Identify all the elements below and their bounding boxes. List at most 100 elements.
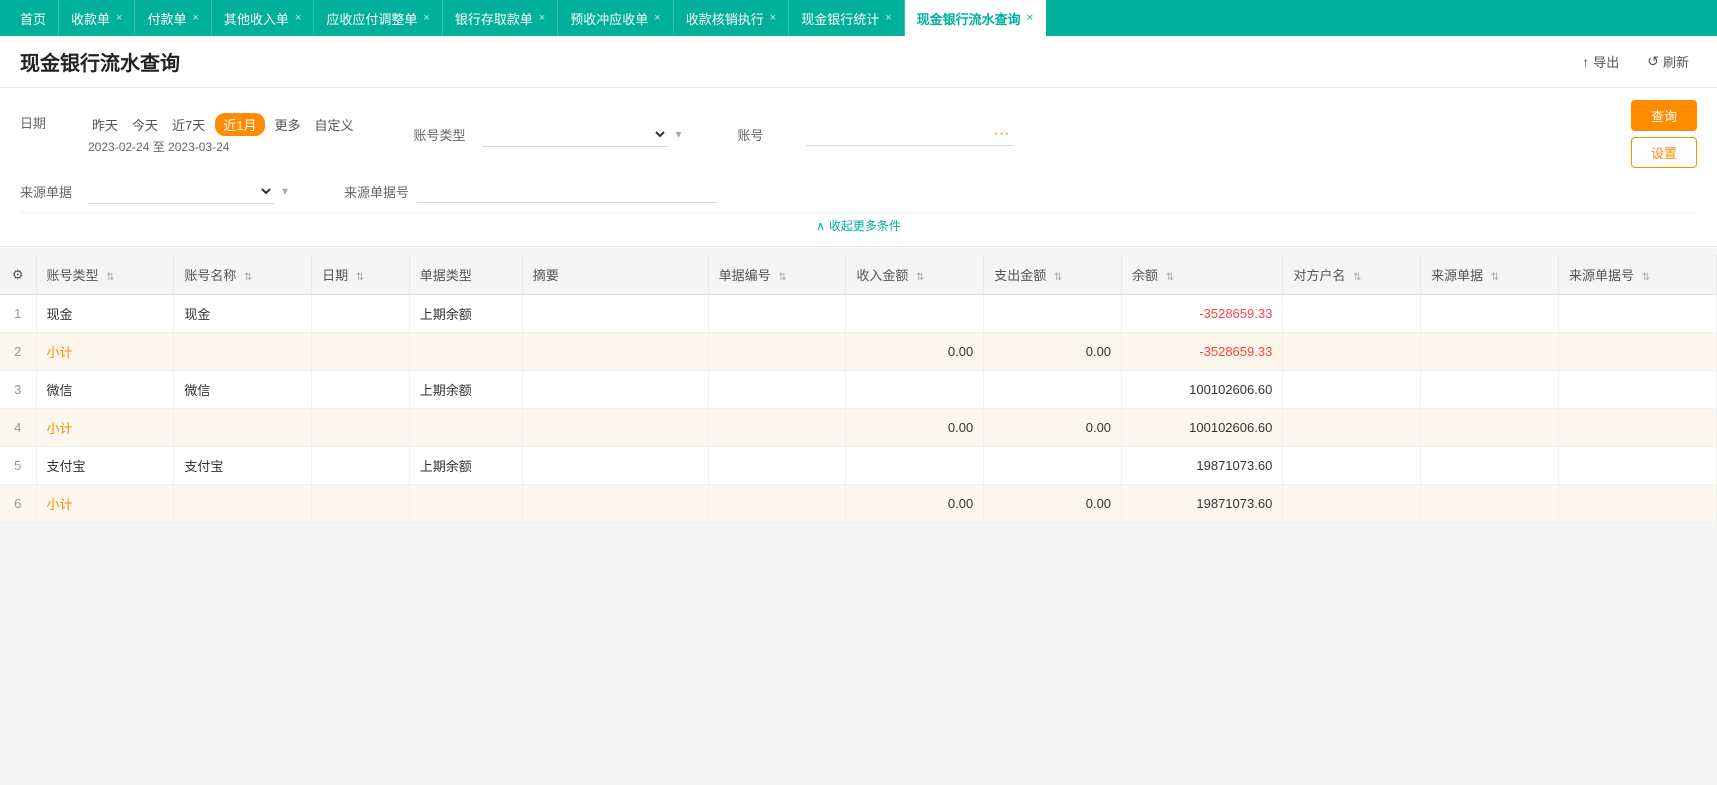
cell-doc-number (708, 409, 846, 447)
page-title: 现金银行流水查询 (20, 47, 180, 76)
th-gear[interactable]: ⚙ (0, 255, 36, 295)
collapse-bar[interactable]: ∧ 收起更多条件 (20, 212, 1697, 238)
date-option-7days[interactable]: 近7天 (168, 113, 209, 136)
cell-date (312, 409, 410, 447)
cell-income: 0.00 (846, 485, 984, 523)
row-num: 5 (0, 447, 36, 485)
filter-row-1: 日期 昨天 今天 近7天 近1月 更多 自定义 2023-02-24 至 202… (20, 100, 1697, 168)
sort-income-icon[interactable]: ⇅ (916, 272, 924, 283)
date-options: 昨天 今天 近7天 近1月 更多 自定义 (88, 113, 358, 136)
close-bank-deposit-icon[interactable]: × (539, 12, 545, 24)
nav-bank-deposit[interactable]: 银行存取款单 × (443, 0, 558, 36)
sort-balance-icon[interactable]: ⇅ (1166, 272, 1174, 283)
close-cash-bank-stats-icon[interactable]: × (885, 12, 891, 24)
sort-account-type-icon[interactable]: ⇅ (106, 272, 114, 283)
sort-source-doc-icon[interactable]: ⇅ (1491, 272, 1499, 283)
cell-source-doc (1421, 447, 1559, 485)
th-income: 收入金额 ⇅ (846, 255, 984, 295)
cell-source-doc (1421, 295, 1559, 333)
nav-other-income[interactable]: 其他收入单 × (212, 0, 314, 36)
sort-doc-number-icon[interactable]: ⇅ (778, 272, 786, 283)
cell-account-name: 支付宝 (174, 447, 312, 485)
source-doc-num-input[interactable] (417, 179, 717, 202)
cell-account-type: 小计 (36, 333, 174, 371)
date-filter-group: 日期 昨天 今天 近7天 近1月 更多 自定义 2023-02-24 至 202… (20, 113, 358, 155)
cell-income (846, 295, 984, 333)
table-row: 1 现金 现金 上期余额 -3528659.33 (0, 295, 1717, 333)
row-num: 1 (0, 295, 36, 333)
query-button[interactable]: 查询 (1631, 100, 1697, 131)
source-doc-dropdown-icon: ▾ (282, 184, 288, 198)
sort-source-doc-num-icon[interactable]: ⇅ (1642, 272, 1650, 283)
date-option-1month[interactable]: 近1月 (215, 113, 264, 136)
account-type-select[interactable]: 现金 微信 支付宝 (482, 121, 668, 147)
account-type-dropdown-icon: ▾ (676, 127, 682, 141)
cell-counterpart (1283, 447, 1421, 485)
cell-balance: -3528659.33 (1122, 333, 1283, 371)
cell-doc-number (708, 333, 846, 371)
nav-cash-bank-stats[interactable]: 现金银行统计 × (789, 0, 904, 36)
close-advance-receipt-icon[interactable]: × (654, 12, 660, 24)
nav-payments[interactable]: 付款单 × (135, 0, 211, 36)
nav-home[interactable]: 首页 (8, 0, 59, 36)
settings-button[interactable]: 设置 (1631, 137, 1697, 168)
cell-date (312, 447, 410, 485)
cell-doc-number (708, 295, 846, 333)
sort-date-icon[interactable]: ⇅ (356, 272, 364, 283)
date-option-custom[interactable]: 自定义 (311, 113, 358, 136)
table-row: 5 支付宝 支付宝 上期余额 19871073.60 (0, 447, 1717, 485)
cell-doc-type: 上期余额 (409, 371, 522, 409)
cell-balance: -3528659.33 (1122, 295, 1283, 333)
th-counterpart: 对方户名 ⇅ (1283, 255, 1421, 295)
close-cash-bank-flow-icon[interactable]: × (1027, 12, 1033, 24)
account-input[interactable] (806, 122, 990, 145)
cell-source-doc-num (1558, 409, 1716, 447)
cell-summary (522, 333, 708, 371)
th-source-doc: 来源单据 ⇅ (1421, 255, 1559, 295)
nav-receipt-verify[interactable]: 收款核销执行 × (674, 0, 789, 36)
date-option-yesterday[interactable]: 昨天 (88, 113, 122, 136)
close-other-income-icon[interactable]: × (295, 12, 301, 24)
cell-account-type: 小计 (36, 409, 174, 447)
nav-advance-receipt[interactable]: 预收冲应收单 × (558, 0, 673, 36)
cell-source-doc-num (1558, 447, 1716, 485)
cell-source-doc-num (1558, 371, 1716, 409)
cell-summary (522, 295, 708, 333)
source-doc-select-wrap: ▾ (88, 178, 288, 204)
data-table-container: ⚙ 账号类型 ⇅ 账号名称 ⇅ 日期 ⇅ 单据类型 摘要 单据编号 ⇅ 收入金额… (0, 255, 1717, 523)
collapse-up-icon: ∧ (816, 219, 825, 233)
sort-account-name-icon[interactable]: ⇅ (244, 272, 252, 283)
refresh-button[interactable]: ↺ 刷新 (1639, 48, 1697, 75)
cell-account-type: 支付宝 (36, 447, 174, 485)
collapse-label: 收起更多条件 (829, 217, 901, 234)
source-doc-select[interactable] (88, 178, 274, 204)
cell-date (312, 333, 410, 371)
sort-counterpart-icon[interactable]: ⇅ (1353, 272, 1361, 283)
account-ellipsis-icon[interactable]: ··· (990, 125, 1014, 143)
export-button[interactable]: ↑ 导出 (1574, 48, 1627, 75)
close-payments-icon[interactable]: × (192, 12, 198, 24)
cell-expense (984, 447, 1122, 485)
row-num: 4 (0, 409, 36, 447)
th-date: 日期 ⇅ (312, 255, 410, 295)
date-option-more[interactable]: 更多 (271, 113, 305, 136)
close-receipt-verify-icon[interactable]: × (770, 12, 776, 24)
cell-account-type: 微信 (36, 371, 174, 409)
export-icon: ↑ (1582, 54, 1589, 70)
table-header-row: ⚙ 账号类型 ⇅ 账号名称 ⇅ 日期 ⇅ 单据类型 摘要 单据编号 ⇅ 收入金额… (0, 255, 1717, 295)
close-receipts-icon[interactable]: × (116, 12, 122, 24)
sort-expense-icon[interactable]: ⇅ (1054, 272, 1062, 283)
date-option-today[interactable]: 今天 (128, 113, 162, 136)
source-doc-num-filter: 来源单据号 (344, 179, 717, 203)
nav-ar-ap-adjust[interactable]: 应收应付调整单 × (314, 0, 442, 36)
cell-expense (984, 295, 1122, 333)
cell-income: 0.00 (846, 333, 984, 371)
cell-income (846, 371, 984, 409)
cell-counterpart (1283, 295, 1421, 333)
filter-row-2: 来源单据 ▾ 来源单据号 (20, 178, 1697, 204)
cell-counterpart (1283, 333, 1421, 371)
nav-cash-bank-flow[interactable]: 现金银行流水查询 × (905, 0, 1046, 36)
nav-receipts[interactable]: 收款单 × (59, 0, 135, 36)
close-ar-ap-adjust-icon[interactable]: × (423, 12, 429, 24)
cell-balance: 100102606.60 (1122, 409, 1283, 447)
